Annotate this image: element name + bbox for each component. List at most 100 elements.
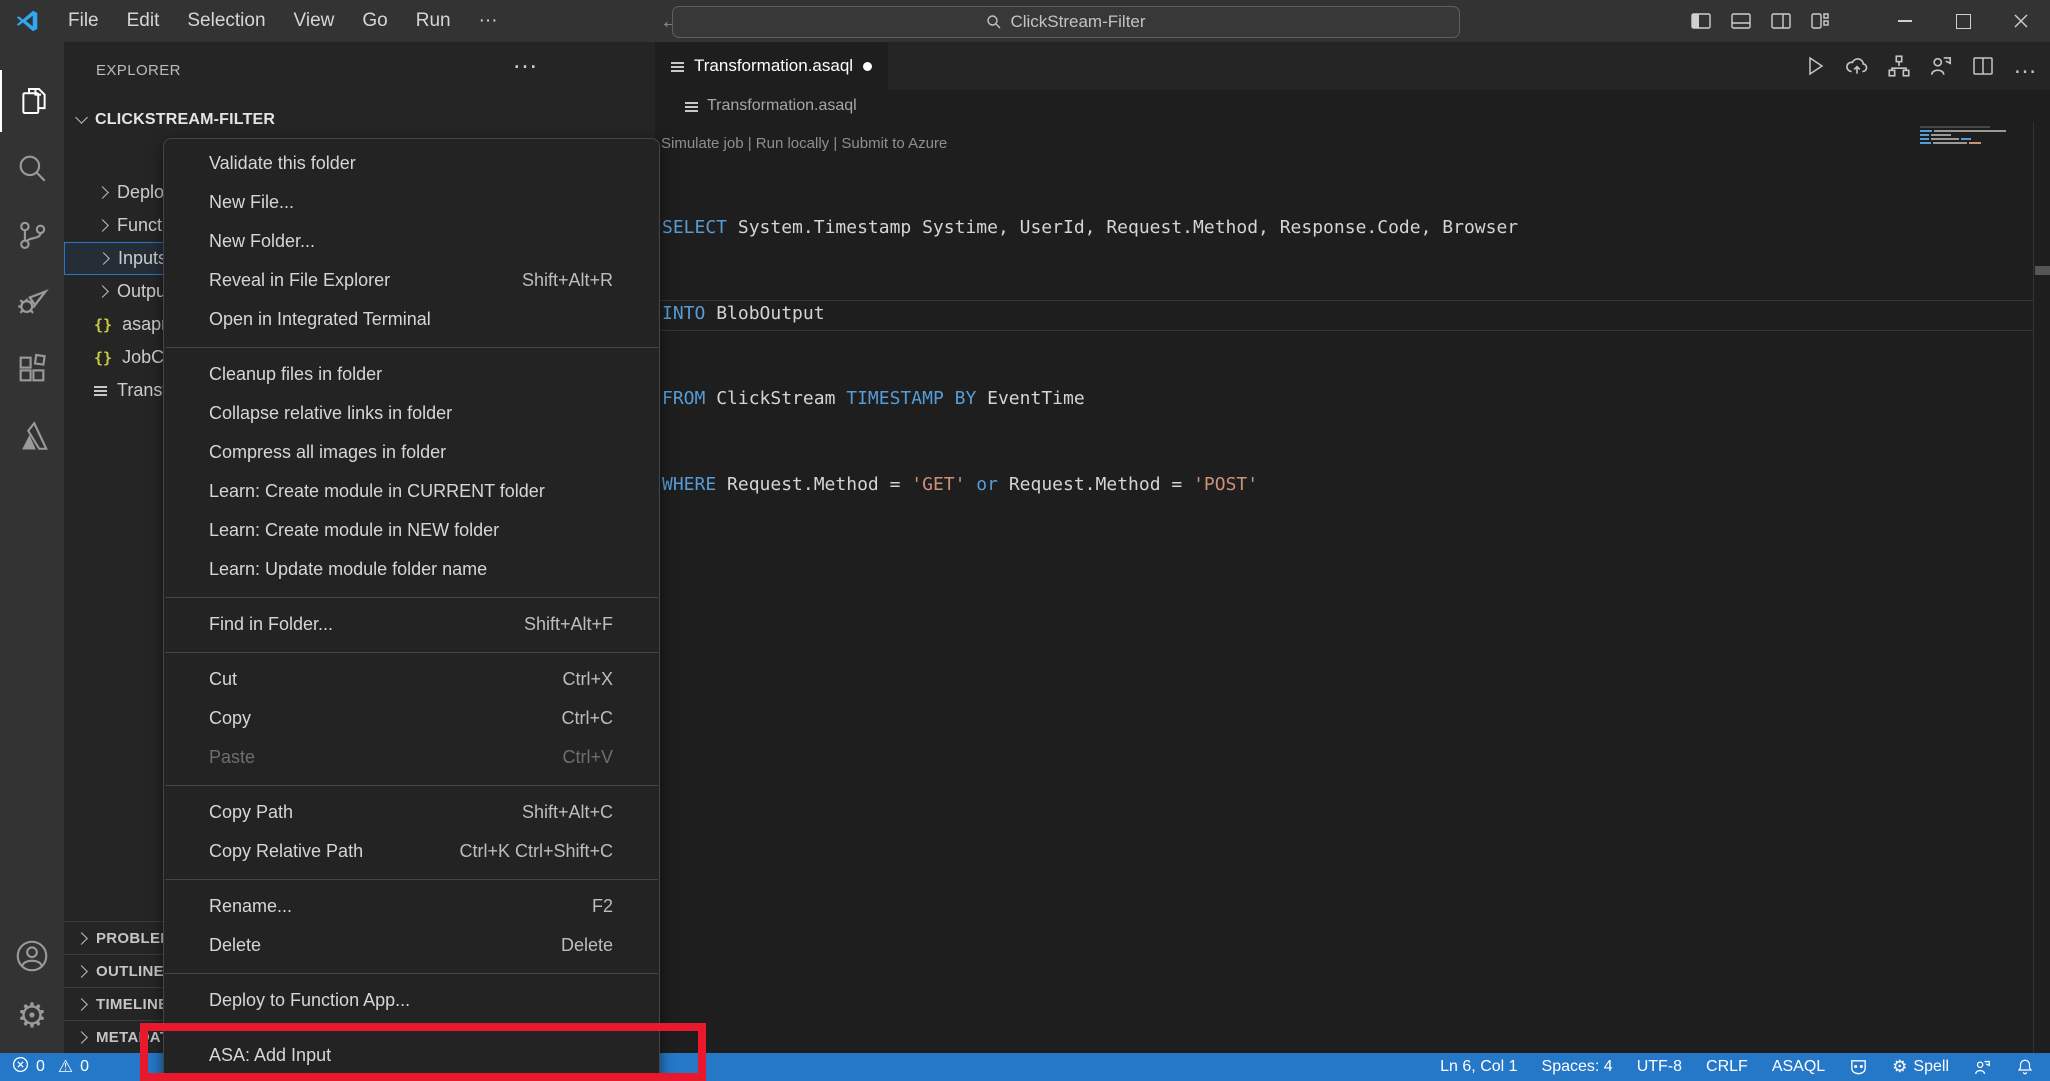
menu-selection[interactable]: Selection bbox=[175, 6, 277, 36]
codelens-simulate-job[interactable]: Simulate job bbox=[661, 135, 744, 152]
menu-run[interactable]: Run bbox=[404, 6, 463, 36]
settings-gear-icon[interactable]: ⚙ bbox=[0, 985, 64, 1047]
azure-icon[interactable] bbox=[0, 405, 64, 467]
menu-go[interactable]: Go bbox=[350, 6, 399, 36]
spell-checker-status[interactable]: ⚙ Spell bbox=[1892, 1057, 1949, 1077]
chevron-right-icon bbox=[75, 1030, 88, 1044]
menu-item-delete[interactable]: Delete Delete bbox=[164, 926, 659, 965]
source-control-icon[interactable] bbox=[0, 204, 64, 266]
explorer-context-menu: Validate this folder New File... New Fol… bbox=[163, 138, 660, 1081]
language-mode[interactable]: ASAQL bbox=[1772, 1058, 1825, 1076]
account-icon[interactable] bbox=[0, 925, 64, 987]
menu-item-cleanup-files-in-folder[interactable]: Cleanup files in folder bbox=[164, 355, 659, 394]
menu-item-learn-create-module-new[interactable]: Learn: Create module in NEW folder bbox=[164, 511, 659, 550]
menu-separator bbox=[164, 871, 659, 887]
menu-item-copy-relative-path[interactable]: Copy Relative Path Ctrl+K Ctrl+Shift+C bbox=[164, 832, 659, 871]
close-icon[interactable] bbox=[1992, 0, 2050, 42]
menu-item-paste: Paste Ctrl+V bbox=[209, 747, 613, 767]
code-editor[interactable]: SELECT System.Timestamp Systime, UserId,… bbox=[662, 157, 1518, 556]
window-controls bbox=[1876, 0, 2050, 42]
menu-item-new-file[interactable]: New File... bbox=[164, 183, 659, 222]
menu-edit[interactable]: Edit bbox=[115, 6, 172, 36]
menu-item-copy-path[interactable]: Copy Path Shift+Alt+C bbox=[164, 793, 659, 832]
minimap[interactable] bbox=[1920, 126, 2015, 148]
menu-separator bbox=[164, 339, 659, 355]
notifications-bell-icon[interactable] bbox=[2016, 1058, 2034, 1076]
menu-separator bbox=[164, 644, 659, 660]
menu-view[interactable]: View bbox=[282, 6, 347, 36]
eol-sequence[interactable]: CRLF bbox=[1706, 1058, 1748, 1076]
tab-transformation-asaql[interactable]: Transformation.asaql bbox=[655, 42, 889, 90]
extensions-icon[interactable] bbox=[0, 338, 64, 400]
menu-file[interactable]: File bbox=[56, 6, 111, 36]
cursor-position[interactable]: Ln 6, Col 1 bbox=[1440, 1058, 1517, 1076]
unsaved-changes-dot-icon[interactable] bbox=[863, 61, 873, 71]
problems-summary[interactable]: 0 ⚠ 0 bbox=[12, 1056, 89, 1078]
run-and-debug-icon[interactable] bbox=[0, 271, 64, 333]
live-share-icon[interactable] bbox=[1926, 51, 1956, 81]
chevron-right-icon bbox=[75, 931, 88, 945]
command-center-search[interactable]: ClickStream-Filter bbox=[672, 6, 1460, 38]
explorer-icon[interactable] bbox=[0, 70, 66, 132]
annotation-red-box bbox=[140, 1023, 706, 1081]
codelens-run-locally[interactable]: Run locally bbox=[756, 135, 829, 152]
indentation[interactable]: Spaces: 4 bbox=[1542, 1058, 1613, 1076]
feedback-icon[interactable] bbox=[1973, 1058, 1992, 1077]
codelens-submit-to-azure[interactable]: Submit to Azure bbox=[841, 135, 947, 152]
toggle-panel-icon[interactable] bbox=[1728, 8, 1754, 34]
warning-count: 0 bbox=[80, 1058, 90, 1075]
vscode-window: File Edit Selection View Go Run ··· ← → … bbox=[0, 0, 2050, 1081]
menu-more[interactable]: ··· bbox=[467, 6, 510, 36]
section-label: OUTLINE bbox=[96, 962, 164, 980]
job-diagram-icon[interactable] bbox=[1884, 51, 1914, 81]
menu-item-rename[interactable]: Rename... F2 bbox=[164, 887, 659, 926]
search-icon bbox=[987, 15, 1001, 29]
menu-item-compress-all-images[interactable]: Compress all images in folder bbox=[164, 433, 659, 472]
editor-tab-bar: Transformation.asaql … bbox=[655, 42, 2050, 90]
section-label: TIMELINE bbox=[96, 995, 169, 1013]
menu-item-collapse-relative-links[interactable]: Collapse relative links in folder bbox=[164, 394, 659, 433]
breadcrumb[interactable]: Transformation.asaql bbox=[655, 90, 2050, 122]
asaql-file-icon bbox=[685, 101, 698, 112]
editor-actions: … bbox=[1800, 42, 2040, 90]
minimize-icon[interactable] bbox=[1876, 0, 1934, 42]
breadcrumb-file: Transformation.asaql bbox=[707, 97, 857, 114]
search-icon[interactable] bbox=[0, 137, 64, 199]
warnings-icon: ⚠ bbox=[57, 1057, 74, 1076]
mask-icon[interactable] bbox=[1849, 1058, 1868, 1077]
menu-item-copy[interactable]: Copy Ctrl+C bbox=[164, 699, 659, 738]
title-bar: File Edit Selection View Go Run ··· ← → … bbox=[0, 0, 2050, 42]
maximize-icon[interactable] bbox=[1934, 0, 1992, 42]
menu-item-open-in-integrated-terminal[interactable]: Open in Integrated Terminal bbox=[164, 300, 659, 339]
scrollbar-thumb[interactable] bbox=[2035, 266, 2050, 275]
spell-gear-icon: ⚙ bbox=[1892, 1057, 1908, 1076]
asaql-file-icon bbox=[94, 385, 107, 396]
menu-separator bbox=[164, 777, 659, 793]
menu-item-learn-update-module-folder-name[interactable]: Learn: Update module folder name bbox=[164, 550, 659, 589]
errors-icon bbox=[12, 1056, 29, 1078]
run-icon[interactable] bbox=[1800, 51, 1830, 81]
tab-label: Transformation.asaql bbox=[694, 56, 854, 75]
json-file-icon: {} bbox=[94, 348, 113, 367]
menu-item-new-folder[interactable]: New Folder... bbox=[164, 222, 659, 261]
menu-item-find-in-folder[interactable]: Find in Folder... Shift+Alt+F bbox=[164, 605, 659, 644]
search-value: ClickStream-Filter bbox=[1010, 12, 1146, 31]
encoding[interactable]: UTF-8 bbox=[1637, 1058, 1682, 1076]
menu-item-reveal-in-file-explorer[interactable]: Reveal in File Explorer Shift+Alt+R bbox=[164, 261, 659, 300]
customize-layout-icon[interactable] bbox=[1808, 8, 1834, 34]
split-editor-icon[interactable] bbox=[1968, 51, 1998, 81]
tree-item-label: Inputs bbox=[118, 248, 168, 268]
menu-item-cut[interactable]: Cut Ctrl+X bbox=[164, 660, 659, 699]
menu-item-learn-create-module-current[interactable]: Learn: Create module in CURRENT folder bbox=[164, 472, 659, 511]
vscode-logo-icon bbox=[16, 10, 38, 32]
views-more-actions-icon[interactable]: … bbox=[512, 44, 540, 75]
tree-root-folder[interactable]: CLICKSTREAM-FILTER bbox=[64, 103, 655, 136]
toggle-primary-sidebar-icon[interactable] bbox=[1688, 8, 1714, 34]
more-actions-icon[interactable]: … bbox=[2010, 51, 2040, 81]
toggle-secondary-sidebar-icon[interactable] bbox=[1768, 8, 1794, 34]
menu-item-validate-this-folder[interactable]: Validate this folder bbox=[164, 144, 659, 183]
upload-to-cloud-icon[interactable] bbox=[1842, 51, 1872, 81]
menu-separator bbox=[164, 589, 659, 605]
overview-ruler[interactable] bbox=[2033, 42, 2034, 1053]
menu-item-deploy-to-function-app[interactable]: Deploy to Function App... bbox=[164, 981, 659, 1020]
